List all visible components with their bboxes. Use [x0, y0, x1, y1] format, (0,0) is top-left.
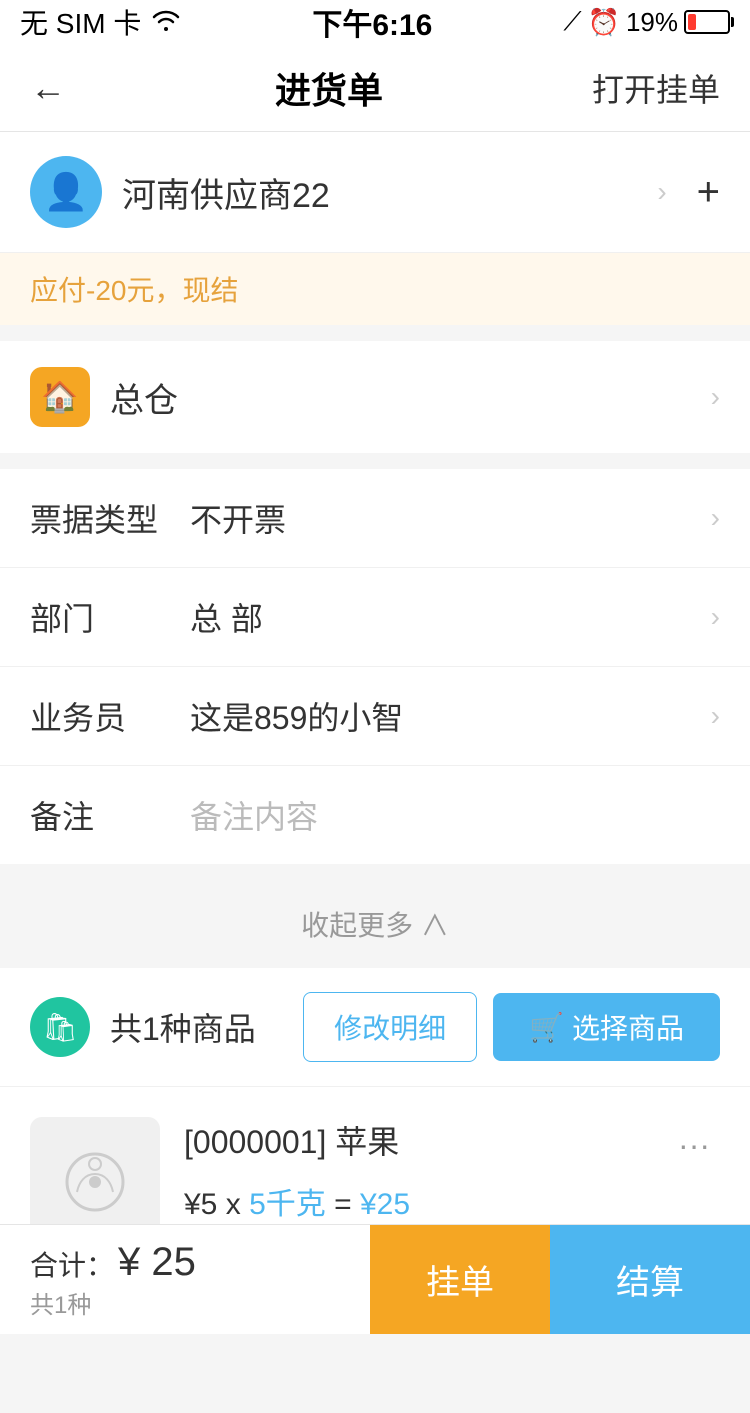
supplier-name: 河南供应商22: [122, 168, 657, 217]
supplier-avatar: 👤: [30, 156, 102, 228]
bottom-bar: 合计： ¥ 25 共1种 挂单 结算: [0, 1224, 750, 1334]
pending-button[interactable]: 挂单: [370, 1225, 550, 1334]
home-icon: 🏠: [41, 380, 78, 415]
sales-value: 这是859的小智: [190, 693, 711, 739]
total-sub: 共1种: [30, 1285, 340, 1320]
bag-icon: 🛍: [42, 1011, 78, 1044]
collapse-bar[interactable]: 收起更多 ∧: [0, 880, 750, 968]
supplier-row[interactable]: 👤 河南供应商22 › +: [0, 132, 750, 253]
sales-chevron-icon: ›: [711, 700, 720, 732]
product-price: ¥5 x 5千克 = ¥25: [184, 1179, 668, 1223]
status-left: 无 SIM 卡: [20, 2, 181, 42]
supplier-chevron-icon: ›: [657, 176, 666, 208]
wifi-icon: [151, 6, 181, 38]
battery-percent: 19%: [626, 7, 678, 38]
dept-label: 部门: [30, 594, 190, 640]
nav-bar: ← 进货单 打开挂单: [0, 44, 750, 132]
notice-bar: 应付-20元，现结: [0, 253, 750, 325]
products-icon: 🛍: [30, 997, 90, 1057]
invoice-row[interactable]: 票据类型 不开票 ›: [0, 469, 750, 568]
products-header: 🛍 共1种商品 修改明细 🛒 选择商品: [0, 968, 750, 1087]
collapse-label: 收起更多 ∧: [301, 910, 449, 941]
product-name: [0000001] 苹果: [184, 1117, 668, 1163]
select-btn-label: 选择商品: [572, 1007, 684, 1047]
product-info: [0000001] 苹果 ¥5 x 5千克 = ¥25: [184, 1117, 668, 1223]
cart-icon: 🛒: [529, 1011, 564, 1044]
supplier-section: 👤 河南供应商22 › + 应付-20元，现结: [0, 132, 750, 325]
invoice-chevron-icon: ›: [711, 502, 720, 534]
invoice-label: 票据类型: [30, 495, 190, 541]
notice-text: 应付-20元，现结: [30, 275, 238, 306]
remark-row[interactable]: 备注 备注内容: [0, 766, 750, 864]
warehouse-chevron-icon: ›: [711, 381, 720, 413]
carrier-text: 无 SIM 卡: [20, 2, 141, 42]
total-label: 合计：: [30, 1244, 114, 1284]
open-pending-button[interactable]: 打开挂单: [592, 65, 720, 111]
form-section: 票据类型 不开票 › 部门 总 部 › 业务员 这是859的小智 › 备注 备注…: [0, 469, 750, 864]
location-icon: ⟋: [563, 6, 581, 38]
dept-chevron-icon: ›: [711, 601, 720, 633]
dept-value: 总 部: [190, 594, 711, 640]
product-more-button[interactable]: ···: [668, 1117, 720, 1174]
back-button[interactable]: ←: [30, 67, 66, 109]
alarm-icon: ⏰: [588, 7, 620, 38]
select-product-button[interactable]: 🛒 选择商品: [493, 993, 720, 1061]
warehouse-name: 总仓: [110, 373, 711, 422]
products-count: 共1种商品: [110, 1004, 303, 1050]
remark-input[interactable]: 备注内容: [190, 792, 720, 838]
total-amount: ¥ 25: [118, 1240, 196, 1285]
warehouse-section: 🏠 总仓 ›: [0, 341, 750, 453]
bottom-total: 合计： ¥ 25 共1种: [0, 1225, 370, 1334]
edit-detail-button[interactable]: 修改明细: [303, 992, 477, 1062]
sales-row[interactable]: 业务员 这是859的小智 ›: [0, 667, 750, 766]
status-bar: 无 SIM 卡 下午6:16 ⟋ ⏰ 19%: [0, 0, 750, 44]
status-time: 下午6:16: [312, 0, 432, 44]
warehouse-row[interactable]: 🏠 总仓 ›: [0, 341, 750, 453]
page-title: 进货单: [275, 62, 383, 114]
supplier-add-button[interactable]: +: [667, 170, 720, 215]
avatar-icon: 👤: [44, 171, 89, 213]
dept-row[interactable]: 部门 总 部 ›: [0, 568, 750, 667]
checkout-button[interactable]: 结算: [550, 1225, 750, 1334]
battery-icon: [684, 10, 730, 34]
remark-label: 备注: [30, 792, 190, 838]
status-right: ⟋ ⏰ 19%: [563, 6, 730, 38]
warehouse-icon: 🏠: [30, 367, 90, 427]
sales-label: 业务员: [30, 693, 190, 739]
invoice-value: 不开票: [190, 495, 711, 541]
